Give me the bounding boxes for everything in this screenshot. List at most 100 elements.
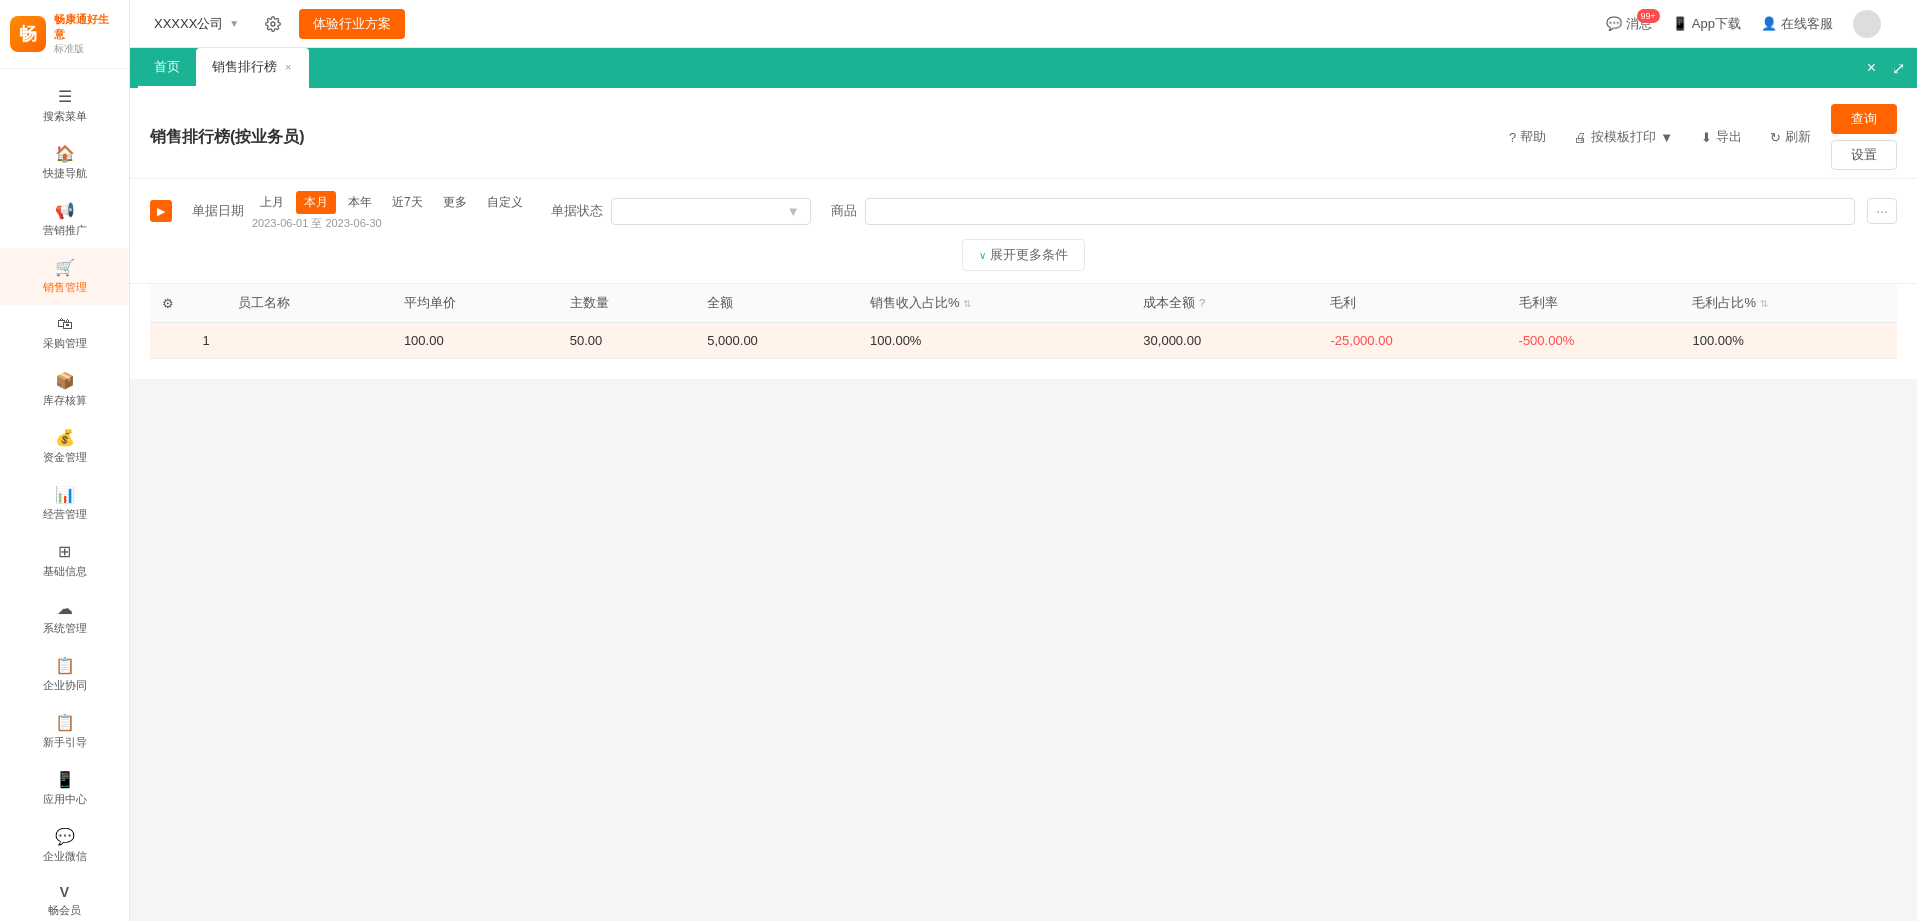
expand-filters-button[interactable]: ∨ 展开更多条件	[962, 239, 1085, 271]
tab-home[interactable]: 首页	[138, 48, 196, 88]
user-avatar[interactable]	[1853, 10, 1881, 38]
th-index	[186, 284, 226, 323]
date-tab-last-month[interactable]: 上月	[252, 191, 292, 214]
main-area: XXXXX公司 ▼ 体验行业方案 💬 消息 99+ 📱 App下载 👤 在线客服	[130, 0, 1917, 921]
sidebar-item-system[interactable]: ☁ 系统管理	[0, 589, 129, 646]
sidebar: 畅 畅康通好生意 标准版 ☰ 搜索菜单 🏠 快捷导航 📢 营销推广 🛒 销售管理…	[0, 0, 130, 921]
marketing-icon: 📢	[55, 201, 75, 220]
th-employee: 员工名称	[226, 284, 392, 323]
member-icon: V	[60, 884, 69, 900]
header-right: 💬 消息 99+ 📱 App下载 👤 在线客服	[1606, 10, 1901, 38]
cell-gross: -25,000.00	[1318, 323, 1506, 359]
cell-settings	[150, 323, 186, 359]
cell-avg-price: 100.00	[392, 323, 558, 359]
sales-pct-sort-icon[interactable]: ⇅	[963, 298, 971, 309]
cooperation-icon: 📋	[55, 656, 75, 675]
filter-area: ▶ 单据日期 上月 本月 本年 近7天 更多 自定义	[130, 179, 1917, 284]
print-dropdown-icon: ▼	[1660, 130, 1673, 145]
sidebar-item-operations[interactable]: 📊 经营管理	[0, 475, 129, 532]
date-tab-last-7[interactable]: 近7天	[384, 191, 431, 214]
query-button[interactable]: 查询	[1831, 104, 1897, 134]
app-download-button[interactable]: 📱 App下载	[1672, 15, 1741, 33]
filter-row: ▶ 单据日期 上月 本月 本年 近7天 更多 自定义	[150, 191, 1897, 231]
tab-sales-ranking[interactable]: 销售排行榜 ×	[196, 48, 309, 88]
tab-close-icon[interactable]: ×	[283, 60, 293, 74]
data-table: ⚙ 员工名称 平均单价 主数量 全额 销售收入占比% ⇅	[150, 284, 1897, 359]
basics-icon: ⊞	[58, 542, 71, 561]
goods-input[interactable]	[865, 198, 1856, 225]
sidebar-nav: ☰ 搜索菜单 🏠 快捷导航 📢 营销推广 🛒 销售管理 🛍 采购管理 📦 库存核…	[0, 69, 129, 921]
date-label: 单据日期	[192, 202, 244, 220]
th-gross-rate: 毛利率	[1507, 284, 1681, 323]
tab-actions: × ⤢	[1863, 48, 1909, 88]
tab-close-all-icon[interactable]: ×	[1863, 55, 1880, 81]
message-badge: 99+	[1637, 9, 1660, 24]
page-container: 销售排行榜(按业务员) ? 帮助 🖨 按模板打印 ▼ ⬇ 导出	[130, 88, 1917, 379]
date-tab-this-year[interactable]: 本年	[340, 191, 380, 214]
status-dropdown-icon: ▼	[787, 204, 800, 219]
th-gross: 毛利	[1318, 284, 1506, 323]
date-tab-more[interactable]: 更多	[435, 191, 475, 214]
date-tabs: 上月 本月 本年 近7天 更多 自定义	[252, 191, 531, 214]
th-amount: 全额	[695, 284, 858, 323]
home-icon: 🏠	[55, 144, 75, 163]
table-header: ⚙ 员工名称 平均单价 主数量 全额 销售收入占比% ⇅	[150, 284, 1897, 323]
refresh-button[interactable]: ↻ 刷新	[1762, 124, 1819, 150]
refresh-icon: ↻	[1770, 130, 1781, 145]
company-settings-button[interactable]	[259, 10, 287, 38]
tab-maximize-icon[interactable]: ⤢	[1888, 55, 1909, 82]
cell-gross-rate: -500.00%	[1507, 323, 1681, 359]
operations-icon: 📊	[55, 485, 75, 504]
sidebar-item-apps[interactable]: 📱 应用中心	[0, 760, 129, 817]
page-header: 销售排行榜(按业务员) ? 帮助 🖨 按模板打印 ▼ ⬇ 导出	[130, 88, 1917, 179]
th-sales-pct: 销售收入占比% ⇅	[858, 284, 1131, 323]
sidebar-item-basics[interactable]: ⊞ 基础信息	[0, 532, 129, 589]
sidebar-item-search[interactable]: ☰ 搜索菜单	[0, 77, 129, 134]
gross-pct-sort-icon[interactable]: ⇅	[1760, 298, 1768, 309]
print-button[interactable]: 🖨 按模板打印 ▼	[1566, 124, 1681, 150]
trial-button[interactable]: 体验行业方案	[299, 9, 405, 39]
online-service-button[interactable]: 👤 在线客服	[1761, 15, 1833, 33]
sidebar-item-member[interactable]: V 畅会员	[0, 874, 129, 921]
sidebar-item-inventory[interactable]: 📦 库存核算	[0, 361, 129, 418]
table-area: ⚙ 员工名称 平均单价 主数量 全额 销售收入占比% ⇅	[130, 284, 1917, 379]
date-tab-this-month[interactable]: 本月	[296, 191, 336, 214]
page-actions: ? 帮助 🖨 按模板打印 ▼ ⬇ 导出 ↻ 刷新	[1501, 104, 1897, 170]
sidebar-item-cooperation[interactable]: 📋 企业协同	[0, 646, 129, 703]
sidebar-item-wechat[interactable]: 💬 企业微信	[0, 817, 129, 874]
th-cost: 成本全额 ?	[1131, 284, 1318, 323]
cost-help-icon[interactable]: ?	[1199, 297, 1205, 309]
date-filter: 单据日期 上月 本月 本年 近7天 更多 自定义 2023-06-01 至 20…	[192, 191, 531, 231]
date-tab-custom[interactable]: 自定义	[479, 191, 531, 214]
sales-icon: 🛒	[55, 258, 75, 277]
th-settings: ⚙	[150, 284, 186, 323]
settings-button[interactable]: 设置	[1831, 140, 1897, 170]
print-icon: 🖨	[1574, 130, 1587, 145]
th-quantity: 主数量	[558, 284, 696, 323]
status-select[interactable]: ▼	[611, 198, 811, 225]
purchase-icon: 🛍	[57, 315, 73, 333]
goods-more-button[interactable]: ···	[1867, 198, 1897, 224]
help-button[interactable]: ? 帮助	[1501, 124, 1554, 150]
sidebar-item-finance[interactable]: 💰 资金管理	[0, 418, 129, 475]
sidebar-item-guide[interactable]: 📋 新手引导	[0, 703, 129, 760]
cell-gross-pct: 100.00%	[1680, 323, 1897, 359]
table-body: 1 100.00 50.00	[150, 323, 1897, 359]
help-icon: ?	[1509, 130, 1516, 145]
sidebar-item-marketing[interactable]: 📢 营销推广	[0, 191, 129, 248]
search-menu-icon: ☰	[58, 87, 72, 106]
expand-row-button[interactable]: ▶	[150, 200, 172, 222]
cell-sales-pct: 100.00%	[858, 323, 1131, 359]
app-logo[interactable]: 畅 畅康通好生意 标准版	[0, 0, 129, 69]
system-icon: ☁	[57, 599, 73, 618]
content-area: 销售排行榜(按业务员) ? 帮助 🖨 按模板打印 ▼ ⬇ 导出	[130, 88, 1917, 921]
sidebar-item-quick-nav[interactable]: 🏠 快捷导航	[0, 134, 129, 191]
cell-index: 1	[186, 323, 226, 359]
sidebar-item-purchase[interactable]: 🛍 采购管理	[0, 305, 129, 361]
export-button[interactable]: ⬇ 导出	[1693, 124, 1750, 150]
company-selector[interactable]: XXXXX公司 ▼	[146, 11, 247, 37]
message-button[interactable]: 💬 消息 99+	[1606, 15, 1652, 33]
column-settings-icon[interactable]: ⚙	[162, 296, 174, 311]
guide-icon: 📋	[55, 713, 75, 732]
sidebar-item-sales[interactable]: 🛒 销售管理	[0, 248, 129, 305]
